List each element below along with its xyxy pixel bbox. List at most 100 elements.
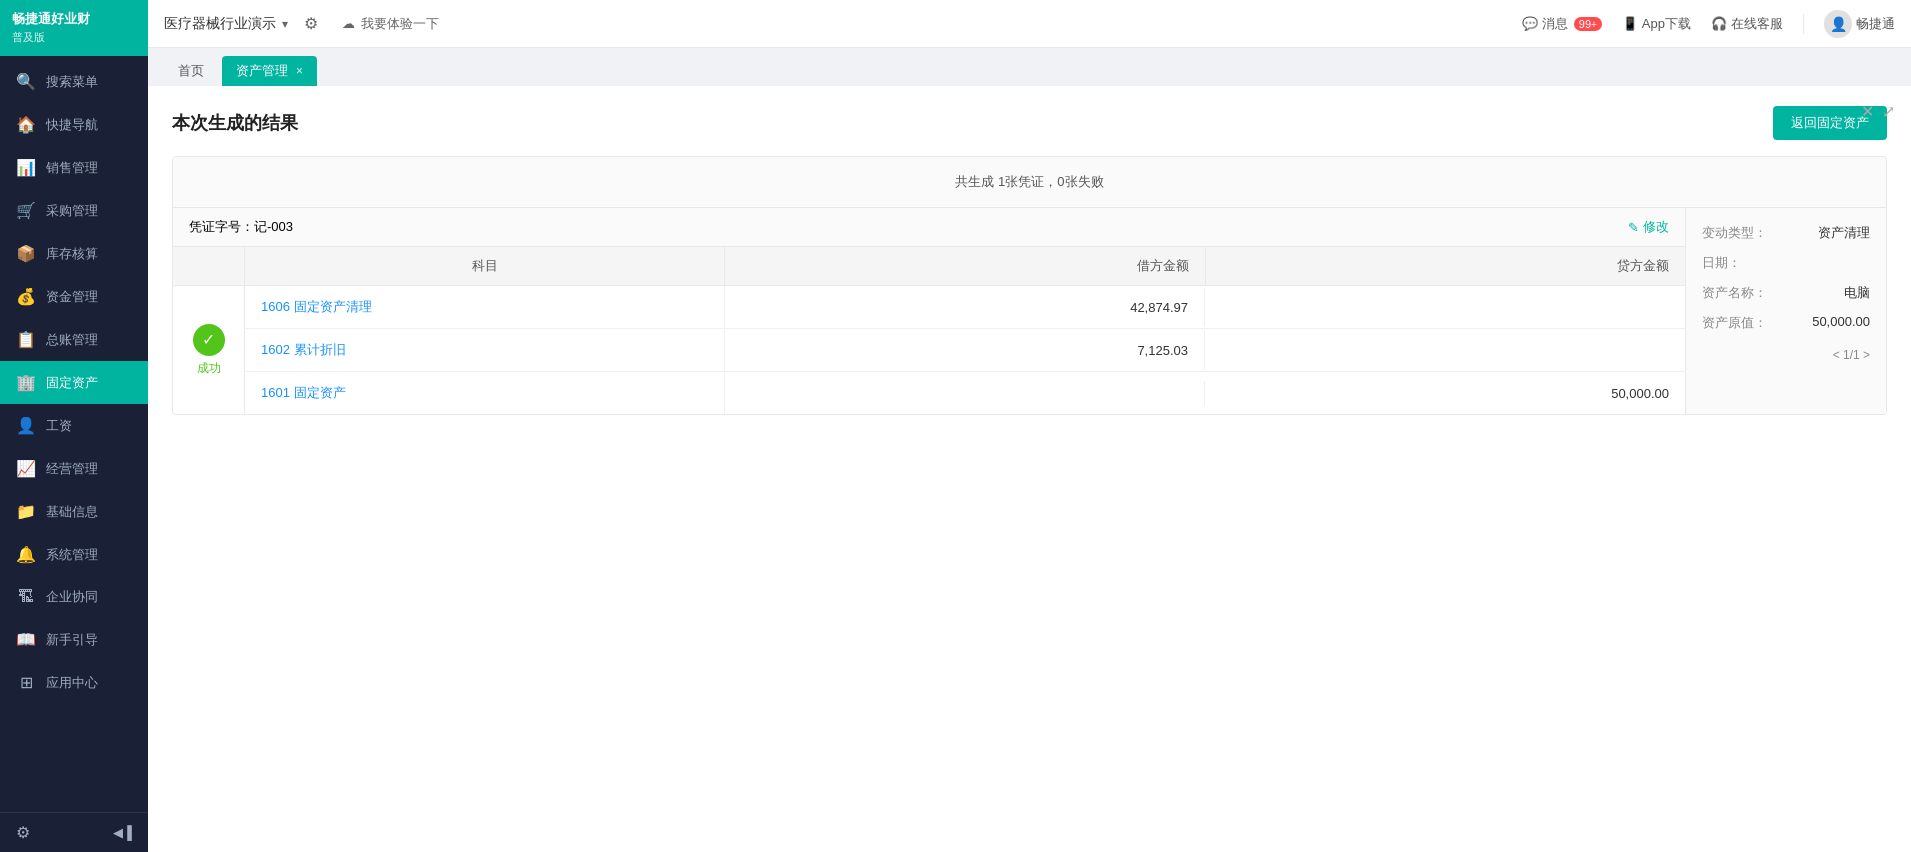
sidebar-item-label: 企业协同 [46,588,98,606]
user-profile-action[interactable]: 👤 畅捷通 [1824,10,1895,38]
original-value-value: 50,000.00 [1812,314,1870,332]
notification-action[interactable]: 💬 消息 99+ [1522,15,1602,33]
sidebar-item-label: 新手引导 [46,631,98,649]
online-service-label: 在线客服 [1731,15,1783,33]
company-name: 医疗器械行业演示 [164,15,276,33]
username-label: 畅捷通 [1856,15,1895,33]
sidebar: 畅捷通好业财 普及版 🔍 搜索菜单 🏠 快捷导航 📊 销售管理 🛒 采购管理 📦… [0,0,148,852]
sidebar-item-guide[interactable]: 📖 新手引导 [0,618,148,661]
row2-credit [1205,338,1685,362]
sidebar-item-label: 搜索菜单 [46,73,98,91]
topbar-left: 医疗器械行业演示 ▾ ⚙ ☁ 我要体验一下 [164,14,439,33]
table-row: 1601 固定资产 50,000.00 [245,372,1685,414]
notification-label: 消息 [1542,15,1568,33]
row3-credit: 50,000.00 [1205,374,1685,413]
sidebar-item-label: 销售管理 [46,159,98,177]
sidebar-item-label: 经营管理 [46,460,98,478]
sidebar-item-payroll[interactable]: 👤 工资 [0,404,148,447]
sidebar-item-capital[interactable]: 💰 资金管理 [0,275,148,318]
content-area: ✕ ⤢ 本次生成的结果 返回固定资产 共生成 1张凭证，0张失败 凭证字号：记-… [148,86,1911,852]
result-summary: 共生成 1张凭证，0张失败 [173,157,1886,208]
company-selector[interactable]: 医疗器械行业演示 ▾ [164,15,288,33]
tab-close-icon[interactable]: × [296,64,303,78]
change-type-label: 变动类型： [1702,224,1767,242]
row2-subject: 1602 累计折旧 [245,329,725,371]
sidebar-item-app-center[interactable]: ⊞ 应用中心 [0,661,148,704]
collapse-icon[interactable]: ◀▐ [113,825,132,840]
capital-icon: 💰 [16,287,36,306]
row3-debit [725,381,1205,405]
sidebar-item-ledger[interactable]: 📋 总账管理 [0,318,148,361]
voucher-code: 凭证字号：记-003 [189,218,293,236]
table-row: 1606 固定资产清理 42,874.97 [245,286,1685,329]
payroll-icon: 👤 [16,416,36,435]
guide-icon: 📖 [16,630,36,649]
asset-name-value: 电脑 [1844,284,1870,302]
expand-panel-icon[interactable]: ⤢ [1882,102,1895,121]
original-value-label: 资产原值： [1702,314,1767,332]
sales-icon: 📊 [16,158,36,177]
edit-button[interactable]: ✎ 修改 [1628,218,1669,236]
operations-icon: 📈 [16,459,36,478]
voucher-side-panel: 变动类型： 资产清理 日期： 资产名称： 电脑 资产原值： 50,000.00 [1686,208,1886,414]
success-indicator: ✓ 成功 [173,286,245,414]
success-text: 成功 [197,360,221,377]
headset-icon: 🎧 [1711,16,1727,31]
sidebar-header: 畅捷通好业财 普及版 [0,0,148,56]
page-title: 本次生成的结果 [172,111,298,135]
app-download-action[interactable]: 📱 App下载 [1622,15,1691,33]
sidebar-item-system[interactable]: 🔔 系统管理 [0,533,148,576]
change-type-value: 资产清理 [1818,224,1870,242]
sidebar-item-enterprise[interactable]: 🏗 企业协同 [0,576,148,618]
voucher-main: 凭证字号：记-003 ✎ 修改 科目 借方金额 [173,208,1686,414]
tabbar: 首页 资产管理 × [148,48,1911,86]
sidebar-item-quick-nav[interactable]: 🏠 快捷导航 [0,103,148,146]
result-panel: 共生成 1张凭证，0张失败 凭证字号：记-003 ✎ 修改 [172,156,1887,415]
close-panel-icon[interactable]: ✕ [1861,102,1874,121]
cloud-icon: ☁ [342,16,355,31]
sidebar-item-purchase[interactable]: 🛒 采购管理 [0,189,148,232]
tab-asset-management[interactable]: 资产管理 × [222,56,317,86]
row1-credit [1205,295,1685,319]
row1-debit: 42,874.97 [725,288,1205,327]
phone-icon: 📱 [1622,16,1638,31]
sidebar-item-basic-info[interactable]: 📁 基础信息 [0,490,148,533]
app-logo-text: 畅捷通好业财 [12,11,90,28]
sidebar-item-inventory[interactable]: 📦 库存核算 [0,232,148,275]
purchase-icon: 🛒 [16,201,36,220]
sidebar-nav: 🔍 搜索菜单 🏠 快捷导航 📊 销售管理 🛒 采购管理 📦 库存核算 💰 资金管… [0,56,148,812]
avatar-icon: 👤 [1830,16,1847,32]
topbar-divider [1803,14,1804,34]
experience-button[interactable]: ☁ 我要体验一下 [342,15,439,33]
sidebar-item-search[interactable]: 🔍 搜索菜单 [0,60,148,103]
col-header-credit: 贷方金额 [1206,247,1685,285]
sidebar-item-label: 库存核算 [46,245,98,263]
sidebar-item-sales[interactable]: 📊 销售管理 [0,146,148,189]
side-original-value: 资产原值： 50,000.00 [1702,314,1870,332]
pagination[interactable]: < 1/1 > [1702,348,1870,362]
sidebar-item-label: 总账管理 [46,331,98,349]
sidebar-item-operations[interactable]: 📈 经营管理 [0,447,148,490]
settings-footer-icon[interactable]: ⚙ [16,823,30,842]
home-icon: 🏠 [16,115,36,134]
topbar-settings-icon[interactable]: ⚙ [304,14,318,33]
online-service-action[interactable]: 🎧 在线客服 [1711,15,1783,33]
table-header: 科目 借方金额 贷方金额 [173,247,1685,286]
app-center-icon: ⊞ [16,673,36,692]
date-label: 日期： [1702,254,1741,272]
voucher-section: 凭证字号：记-003 ✎ 修改 科目 借方金额 [173,208,1886,414]
edit-label: 修改 [1643,218,1669,236]
sidebar-item-label: 固定资产 [46,374,98,392]
sidebar-item-fixed-assets[interactable]: 🏢 固定资产 [0,361,148,404]
notification-icon: 💬 [1522,16,1538,31]
col-header-subject: 科目 [245,247,725,285]
tab-home[interactable]: 首页 [164,56,218,86]
sidebar-item-label: 系统管理 [46,546,98,564]
notification-badge: 99+ [1574,17,1602,31]
asset-name-label: 资产名称： [1702,284,1767,302]
topbar: 医疗器械行业演示 ▾ ⚙ ☁ 我要体验一下 💬 消息 99+ 📱 App下载 [148,0,1911,48]
sidebar-item-label: 工资 [46,417,72,435]
page-header: 本次生成的结果 返回固定资产 [172,106,1887,140]
chevron-down-icon: ▾ [282,17,288,31]
sidebar-item-label: 资金管理 [46,288,98,306]
